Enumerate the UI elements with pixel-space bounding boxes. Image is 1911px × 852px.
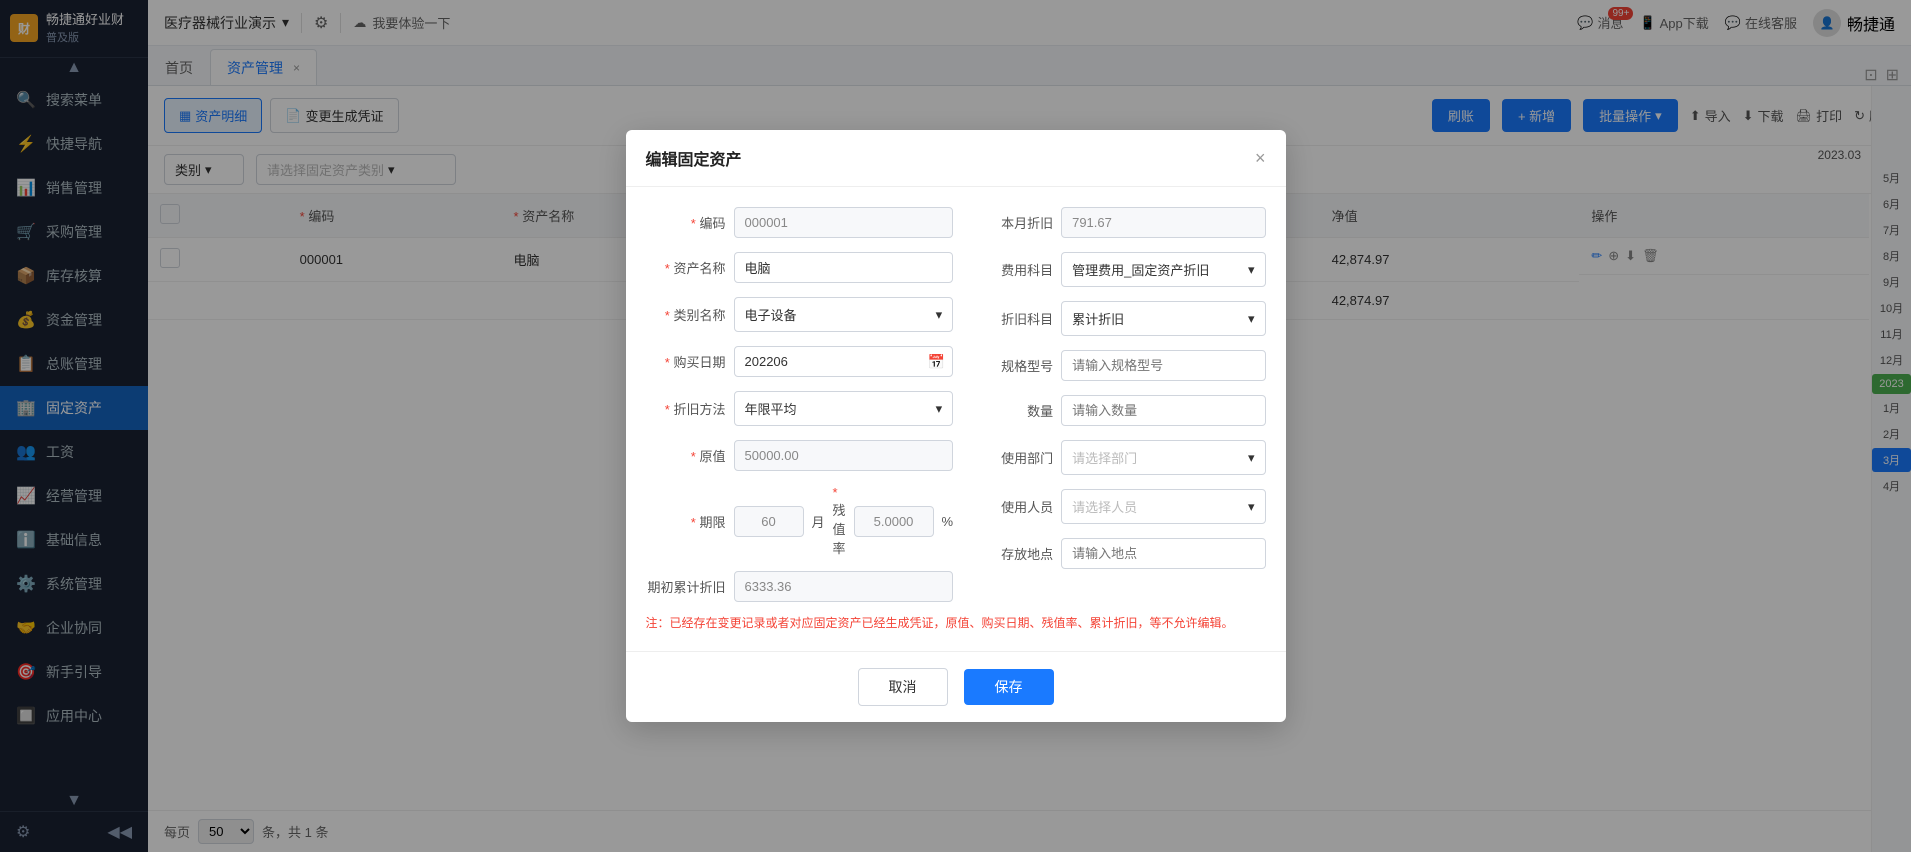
spec-input[interactable] <box>1061 350 1265 381</box>
form-category-row: * 类别名称 电子设备 ▾ <box>646 297 954 332</box>
category-label: * 类别名称 <box>646 305 726 324</box>
expense-account-label: 费用科目 <box>973 260 1053 279</box>
form-quantity-row: 数量 <box>973 395 1265 426</box>
save-button[interactable]: 保存 <box>964 669 1054 705</box>
expense-account-select[interactable]: 管理费用_固定资产折旧 ▾ <box>1061 252 1265 287</box>
accumulated-label: 期初累计折旧 <box>646 577 726 596</box>
period-label: * 期限 <box>646 512 726 531</box>
purchase-date-label: * 购买日期 <box>646 352 726 371</box>
form-code-row: * 编码 <box>646 207 954 238</box>
period-input[interactable] <box>734 506 804 537</box>
modal-header: 编辑固定资产 × <box>626 130 1286 187</box>
expense-account-dropdown-icon: ▾ <box>1248 262 1255 278</box>
accumulated-input[interactable] <box>734 571 954 602</box>
department-select[interactable]: 请选择部门 ▾ <box>1061 440 1265 475</box>
form-accumulated-row: 期初累计折旧 <box>646 571 954 602</box>
code-label: * 编码 <box>646 213 726 232</box>
form-date-row: * 购买日期 📅 <box>646 346 954 377</box>
period-residual-row: 月 * 残值率 % <box>734 485 954 557</box>
residual-rate-unit: % <box>942 514 954 529</box>
form-person-row: 使用人员 请选择人员 ▾ <box>973 489 1265 524</box>
edit-asset-modal: 编辑固定资产 × * 编码 * 资产名称 <box>626 130 1286 722</box>
form-depreciation-method-row: * 折旧方法 年限平均 ▾ <box>646 391 954 426</box>
residual-rate-input[interactable] <box>854 506 934 537</box>
calendar-icon: 📅 <box>928 353 945 370</box>
form-location-row: 存放地点 <box>973 538 1265 569</box>
person-select[interactable]: 请选择人员 ▾ <box>1061 489 1265 524</box>
modal-title: 编辑固定资产 <box>646 146 742 170</box>
original-value-input[interactable] <box>734 440 954 471</box>
purchase-date-field: 📅 <box>734 346 954 377</box>
period-unit-label: 月 <box>812 512 825 531</box>
modal-note: 注：已经存在变更记录或者对应固定资产已经生成凭证，原值、购买日期、残值率、累计折… <box>646 606 1266 631</box>
purchase-date-input[interactable] <box>734 346 954 377</box>
monthly-dep-label: 本月折旧 <box>973 213 1053 232</box>
form-monthly-dep-row: 本月折旧 <box>973 207 1265 238</box>
dep-account-select[interactable]: 累计折旧 ▾ <box>1061 301 1265 336</box>
form-spec-row: 规格型号 <box>973 350 1265 381</box>
residual-rate-label: * 残值率 <box>833 485 846 557</box>
form-original-value-row: * 原值 <box>646 440 954 471</box>
modal-form-grid: * 编码 * 资产名称 * 类别名称 <box>646 207 1266 606</box>
modal-close-icon[interactable]: × <box>1255 148 1266 169</box>
category-select[interactable]: 电子设备 ▾ <box>734 297 954 332</box>
dep-account-dropdown-icon: ▾ <box>1248 311 1255 327</box>
monthly-dep-input <box>1061 207 1265 238</box>
spec-label: 规格型号 <box>973 356 1053 375</box>
person-dropdown-icon: ▾ <box>1248 499 1255 515</box>
original-value-label: * 原值 <box>646 446 726 465</box>
location-input[interactable] <box>1061 538 1265 569</box>
form-name-row: * 资产名称 <box>646 252 954 283</box>
modal-body: * 编码 * 资产名称 * 类别名称 <box>626 187 1286 651</box>
quantity-input[interactable] <box>1061 395 1265 426</box>
modal-overlay: 编辑固定资产 × * 编码 * 资产名称 <box>0 0 1911 852</box>
cancel-button[interactable]: 取消 <box>858 668 948 706</box>
modal-left-col: * 编码 * 资产名称 * 类别名称 <box>646 207 954 606</box>
quantity-label: 数量 <box>973 401 1053 420</box>
modal-footer: 取消 保存 <box>626 651 1286 722</box>
location-label: 存放地点 <box>973 544 1053 563</box>
category-dropdown-icon: ▾ <box>936 307 943 323</box>
depreciation-method-dropdown-icon: ▾ <box>936 401 943 417</box>
form-period-row: * 期限 月 * 残值率 % <box>646 485 954 557</box>
modal-right-col: 本月折旧 费用科目 管理费用_固定资产折旧 ▾ <box>973 207 1265 606</box>
department-dropdown-icon: ▾ <box>1248 450 1255 466</box>
form-expense-account-row: 费用科目 管理费用_固定资产折旧 ▾ <box>973 252 1265 287</box>
depreciation-method-select[interactable]: 年限平均 ▾ <box>734 391 954 426</box>
form-dep-account-row: 折旧科目 累计折旧 ▾ <box>973 301 1265 336</box>
department-label: 使用部门 <box>973 448 1053 467</box>
person-label: 使用人员 <box>973 497 1053 516</box>
asset-name-input[interactable] <box>734 252 954 283</box>
depreciation-method-label: * 折旧方法 <box>646 399 726 418</box>
code-input[interactable] <box>734 207 954 238</box>
form-department-row: 使用部门 请选择部门 ▾ <box>973 440 1265 475</box>
asset-name-label: * 资产名称 <box>646 258 726 277</box>
dep-account-label: 折旧科目 <box>973 309 1053 328</box>
